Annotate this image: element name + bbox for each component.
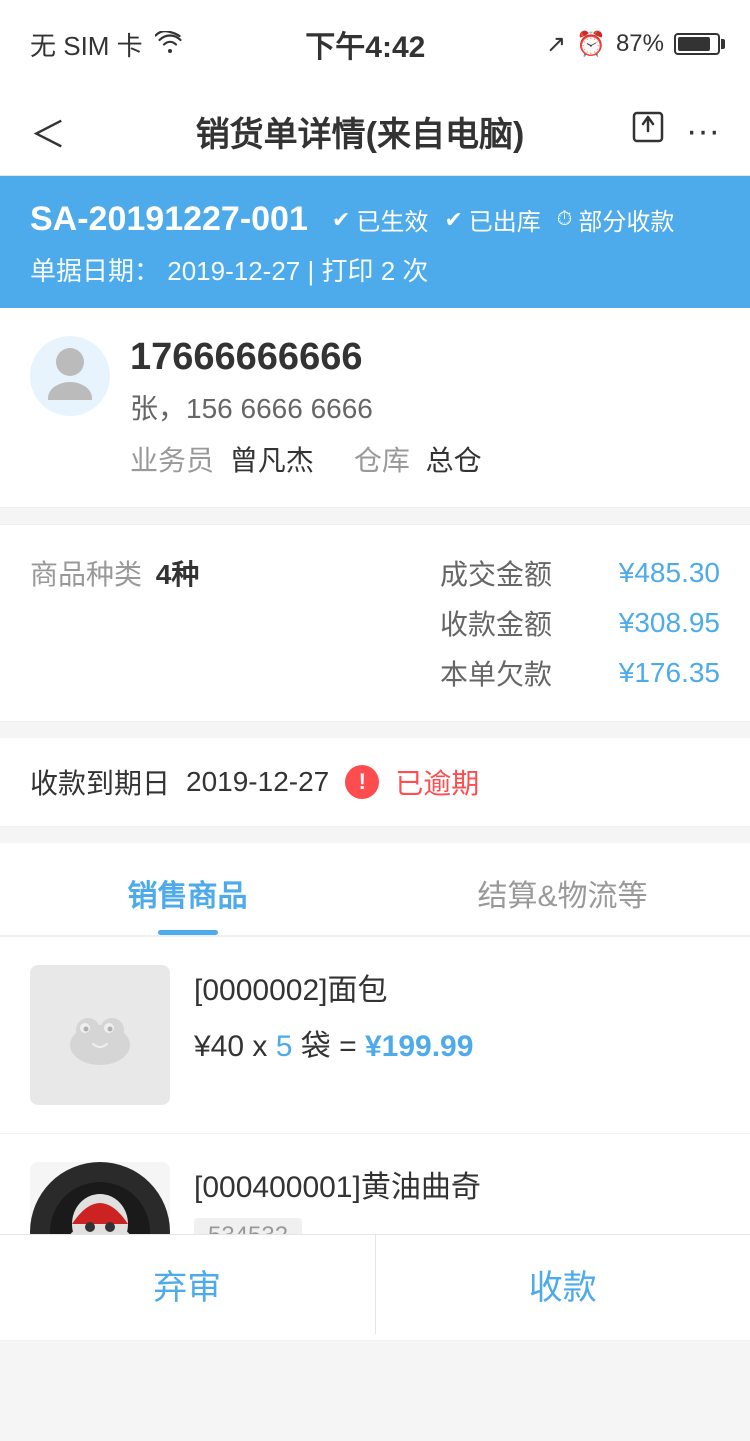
- reject-button[interactable]: 弃审: [0, 1235, 376, 1334]
- customer-section: 17666666666 张，156 6666 6666 业务员 曾凡杰 仓库 总…: [0, 308, 750, 508]
- wifi-icon: [155, 29, 185, 60]
- tabs-section: 销售商品 结算&物流等: [0, 843, 750, 937]
- product-info-bread: [0000002]面包 ¥40 x 5 袋 = ¥199.99: [194, 965, 720, 1065]
- nav-actions: ···: [630, 109, 720, 154]
- status-tags: ✔ 已生效 ✔ 已出库 ⏱ 部分收款: [332, 202, 674, 237]
- export-icon[interactable]: [630, 109, 666, 154]
- status-left: 无 SIM 卡: [30, 26, 185, 63]
- status-shipped: ✔ 已出库: [444, 202, 540, 237]
- tabs-row: 销售商品 结算&物流等: [0, 843, 750, 935]
- battery-icon: [674, 33, 720, 55]
- bottom-bar: 弃审 收款: [0, 1234, 750, 1334]
- stats-row: 商品种类 4种 成交金额 ¥485.30 收款金额 ¥308.95 本单欠款 ¥…: [30, 553, 720, 693]
- customer-phone: 17666666666: [130, 336, 720, 379]
- check-icon-2: ✔: [444, 207, 462, 233]
- time-display: 下午4:42: [305, 22, 425, 66]
- page-title: 销货单详情(来自电脑): [196, 107, 525, 156]
- product-name-cookie: [000400001]黄油曲奇: [194, 1162, 720, 1206]
- collected-amount: 收款金额 ¥308.95: [440, 603, 720, 643]
- stats-right: 成交金额 ¥485.30 收款金额 ¥308.95 本单欠款 ¥176.35: [440, 553, 720, 693]
- debt-amount: 本单欠款 ¥176.35: [440, 653, 720, 693]
- collect-button[interactable]: 收款: [376, 1235, 750, 1334]
- overdue-icon: !: [345, 765, 379, 799]
- order-id: SA-20191227-001: [30, 200, 308, 239]
- status-right: ↗ ⏰ 87%: [546, 30, 720, 59]
- banner-row1: SA-20191227-001 ✔ 已生效 ✔ 已出库 ⏱ 部分收款: [30, 200, 720, 239]
- tab-settlement-logistics[interactable]: 结算&物流等: [375, 843, 750, 935]
- warehouse-label: 仓库 总仓: [354, 439, 482, 479]
- status-partial-paid: ⏱ 部分收款: [557, 202, 675, 237]
- alarm-icon: ⏰: [576, 30, 606, 59]
- product-name-bread: [0000002]面包: [194, 965, 720, 1009]
- clock-icon: ⏱: [557, 208, 573, 231]
- overdue-text: 已逾期: [395, 762, 479, 802]
- status-bar: 无 SIM 卡 下午4:42 ↗ ⏰ 87%: [0, 0, 750, 88]
- due-label: 收款到期日: [30, 762, 170, 802]
- salesman-label: 业务员 曾凡杰: [130, 439, 314, 479]
- header-banner: SA-20191227-001 ✔ 已生效 ✔ 已出库 ⏱ 部分收款 单据日期：…: [0, 176, 750, 308]
- status-effective: ✔ 已生效: [332, 202, 428, 237]
- nav-bar: ＜ 销货单详情(来自电脑) ···: [0, 88, 750, 176]
- product-price-bread: ¥40 x 5 袋 = ¥199.99: [194, 1021, 720, 1065]
- deal-amount: 成交金额 ¥485.30: [440, 553, 720, 593]
- tab-sales-products[interactable]: 销售商品: [0, 843, 375, 935]
- due-section: 收款到期日 2019-12-27 ! 已逾期: [0, 738, 750, 827]
- back-button[interactable]: ＜: [30, 106, 90, 158]
- customer-name: 张，156 6666 6666: [130, 387, 720, 427]
- customer-info: 17666666666 张，156 6666 6666 业务员 曾凡杰 仓库 总…: [130, 336, 720, 479]
- more-icon[interactable]: ···: [686, 112, 720, 151]
- product-thumb-bread: [30, 965, 170, 1105]
- carrier-label: 无 SIM 卡: [30, 26, 143, 63]
- user-icon: [40, 340, 100, 412]
- check-icon-1: ✔: [332, 207, 350, 233]
- avatar: [30, 336, 110, 416]
- location-icon: ↗: [546, 30, 566, 59]
- customer-meta: 业务员 曾凡杰 仓库 总仓: [130, 439, 720, 479]
- banner-date-row: 单据日期： 2019-12-27 | 打印 2 次: [30, 251, 720, 288]
- due-date: 2019-12-27: [186, 766, 329, 798]
- stats-section: 商品种类 4种 成交金额 ¥485.30 收款金额 ¥308.95 本单欠款 ¥…: [0, 524, 750, 722]
- battery-percent: 87%: [616, 30, 664, 58]
- stats-left: 商品种类 4种: [30, 553, 199, 593]
- product-item-bread: [0000002]面包 ¥40 x 5 袋 = ¥199.99: [0, 937, 750, 1134]
